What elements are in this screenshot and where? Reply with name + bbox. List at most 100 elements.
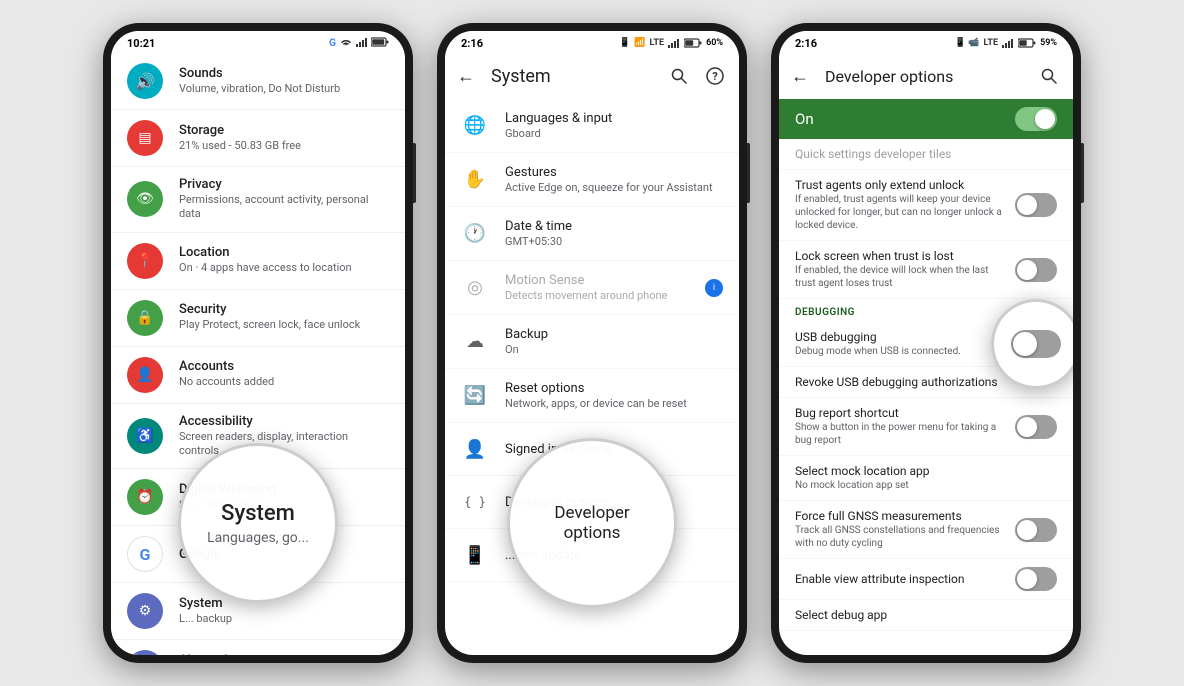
trust-agents-toggle[interactable] <box>1015 193 1057 217</box>
trust-agents-subtitle: If enabled, trust agents will keep your … <box>795 193 1003 232</box>
phone-2-title: System <box>491 66 651 87</box>
languages-title: Languages & input <box>505 111 723 126</box>
bug-report-toggle[interactable] <box>1015 415 1057 439</box>
location-icon: 📍 <box>127 243 163 279</box>
settings-item-location[interactable]: 📍 Location On · 4 apps have access to lo… <box>111 233 405 290</box>
magnifier-title-1: System <box>221 501 295 526</box>
phone-2: 2:16 📱 📶 LTE 60% ← System ? <box>437 23 747 663</box>
phone-3-time: 2:16 <box>795 37 817 50</box>
phone-3-status-bar: 2:16 📱 📹 LTE 59% <box>779 31 1073 53</box>
settings-item-storage[interactable]: ▤ Storage 21% used - 50.83 GB free <box>111 110 405 167</box>
settings-item-privacy[interactable]: 👁 Privacy Permissions, account activity,… <box>111 167 405 233</box>
storage-icon: ▤ <box>127 120 163 156</box>
toggle-thumb <box>1035 109 1055 129</box>
settings-item-accounts[interactable]: 👤 Accounts No accounts added <box>111 347 405 404</box>
phone-1-wifi-icon <box>339 37 353 50</box>
backup-title: Backup <box>505 327 723 342</box>
gnss-title: Force full GNSS measurements <box>795 509 1003 523</box>
accessibility-title: Accessibility <box>179 414 389 429</box>
magnifier-title-2: Developer options <box>510 503 674 543</box>
debug-app-title: Select debug app <box>795 608 1045 622</box>
phone-2-status-bar: 2:16 📱 📶 LTE 60% <box>445 31 739 53</box>
magnifier-circle-1: System Languages, go... <box>178 443 338 603</box>
quick-settings-title: Quick settings developer tiles <box>795 147 1045 161</box>
developer-icon: { } <box>461 488 489 516</box>
menu-item-datetime[interactable]: 🕐 Date & time GMT+05:30 <box>445 207 739 261</box>
users-icon: 👤 <box>461 435 489 463</box>
phone-3-search-button[interactable] <box>1037 64 1061 88</box>
usb-debugging-title: USB debugging <box>795 330 1003 344</box>
dev-item-usb-debugging[interactable]: USB debugging Debug mode when USB is con… <box>779 322 1073 367</box>
menu-item-gestures[interactable]: ✋ Gestures Active Edge on, squeeze for y… <box>445 153 739 207</box>
dev-item-view-attr[interactable]: Enable view attribute inspection <box>779 559 1073 600</box>
on-label: On <box>795 110 814 128</box>
accounts-title: Accounts <box>179 359 389 374</box>
languages-subtitle: Gboard <box>505 127 723 140</box>
usb-toggle-magnified <box>1011 330 1061 358</box>
menu-item-reset[interactable]: 🔄 Reset options Network, apps, or device… <box>445 369 739 423</box>
lock-screen-trust-title: Lock screen when trust is lost <box>795 249 1003 263</box>
phone-2-back-button[interactable]: ← <box>457 66 475 87</box>
dev-item-mock-location[interactable]: Select mock location app No mock locatio… <box>779 456 1073 501</box>
about-title: About phone <box>179 653 389 655</box>
sounds-title: Sounds <box>179 66 389 81</box>
languages-icon: 🌐 <box>461 112 489 140</box>
view-attr-toggle[interactable] <box>1015 567 1057 591</box>
lock-screen-trust-subtitle: If enabled, the device will lock when th… <box>795 264 1003 290</box>
phone-2-search-button[interactable] <box>667 64 691 88</box>
settings-item-security[interactable]: 🔒 Security Play Protect, screen lock, fa… <box>111 290 405 347</box>
reset-subtitle: Network, apps, or device can be reset <box>505 397 723 410</box>
gestures-icon: ✋ <box>461 166 489 194</box>
magnifier-circle-2: Developer options <box>507 438 677 608</box>
dev-item-debug-app[interactable]: Select debug app <box>779 600 1073 631</box>
mock-location-title: Select mock location app <box>795 464 1045 478</box>
location-title: Location <box>179 245 389 260</box>
motion-title: Motion Sense <box>505 273 689 288</box>
dev-item-quick-settings[interactable]: Quick settings developer tiles <box>779 139 1073 170</box>
phone-2-time: 2:16 <box>461 37 483 50</box>
sysupdate-icon: 📱 <box>461 541 489 569</box>
magnifier-subtitle-1: Languages, go... <box>207 530 309 546</box>
storage-title: Storage <box>179 123 389 138</box>
gnss-subtitle: Track all GNSS constellations and freque… <box>795 524 1003 550</box>
p3-icons: 📱 📹 <box>955 38 980 48</box>
phone-2-signal <box>668 38 680 48</box>
privacy-icon: 👁 <box>127 181 163 217</box>
bug-report-subtitle: Show a button in the power menu for taki… <box>795 421 1003 447</box>
gnss-toggle[interactable] <box>1015 518 1057 542</box>
accounts-icon: 👤 <box>127 357 163 393</box>
backup-subtitle: On <box>505 343 723 356</box>
developer-options-on-bar: On <box>779 99 1073 139</box>
menu-item-backup[interactable]: ☁ Backup On <box>445 315 739 369</box>
phone-2-battery <box>684 38 702 48</box>
settings-item-about[interactable]: 📱 About phone Pixel 4 XL <box>111 640 405 655</box>
settings-item-sounds[interactable]: 🔊 Sounds Volume, vibration, Do Not Distu… <box>111 53 405 110</box>
phone-3-back-button[interactable]: ← <box>791 66 809 87</box>
phone-2-help-button[interactable]: ? <box>703 64 727 88</box>
phone-3-lte: LTE <box>984 38 999 48</box>
phone-1-status-bar: 10:21 G <box>111 31 405 53</box>
dev-item-bug-report[interactable]: Bug report shortcut Show a button in the… <box>779 398 1073 456</box>
storage-subtitle: 21% used - 50.83 GB free <box>179 139 389 153</box>
lock-screen-trust-toggle[interactable] <box>1015 258 1057 282</box>
dev-item-trust-agents[interactable]: Trust agents only extend unlock If enabl… <box>779 170 1073 241</box>
about-icon: 📱 <box>127 650 163 655</box>
menu-item-languages[interactable]: 🌐 Languages & input Gboard <box>445 99 739 153</box>
phone-3-battery-pct: 59% <box>1040 38 1057 48</box>
datetime-icon: 🕐 <box>461 220 489 248</box>
phone-1-battery <box>371 37 389 50</box>
datetime-title: Date & time <box>505 219 723 234</box>
backup-icon: ☁ <box>461 328 489 356</box>
phone-3-screen: 2:16 📱 📹 LTE 59% ← Developer options On <box>779 31 1073 655</box>
phone-2-screen: 2:16 📱 📶 LTE 60% ← System ? <box>445 31 739 655</box>
phone-1-time: 10:21 <box>127 37 155 50</box>
developer-options-toggle[interactable] <box>1015 107 1057 131</box>
p2-signal1: 📶 <box>634 38 645 48</box>
phone-2-lte: LTE <box>650 38 665 48</box>
usb-toggle-container <box>1015 332 1057 356</box>
accounts-subtitle: No accounts added <box>179 375 389 389</box>
menu-item-motion[interactable]: ◎ Motion Sense Detects movement around p… <box>445 261 739 315</box>
dev-item-gnss[interactable]: Force full GNSS measurements Track all G… <box>779 501 1073 559</box>
dev-item-lock-screen-trust[interactable]: Lock screen when trust is lost If enable… <box>779 241 1073 299</box>
gestures-subtitle: Active Edge on, squeeze for your Assista… <box>505 181 723 194</box>
